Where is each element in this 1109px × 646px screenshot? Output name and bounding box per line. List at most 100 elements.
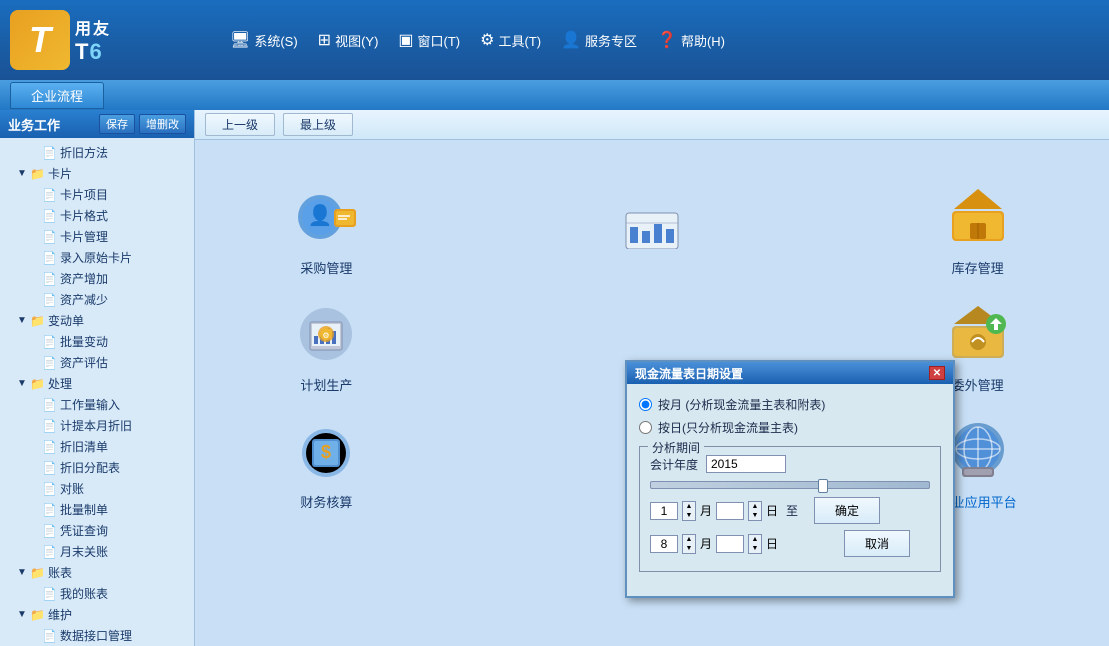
tree-item-label: 批量变动 bbox=[60, 333, 108, 350]
year-label: 会计年度 bbox=[650, 456, 700, 473]
file-icon: 📄 bbox=[42, 419, 57, 433]
cancel-button[interactable]: 取消 bbox=[844, 530, 910, 557]
sidebar-item-7[interactable]: 📄资产增加 bbox=[0, 268, 194, 289]
sidebar-item-18[interactable]: 📄批量制单 bbox=[0, 499, 194, 520]
sidebar-item-21[interactable]: ▼📁账表 bbox=[0, 562, 194, 583]
sidebar-item-11[interactable]: 📄资产评估 bbox=[0, 352, 194, 373]
from-month-spin-up[interactable]: ▲ bbox=[683, 502, 695, 511]
logo-company: 用友 bbox=[75, 15, 111, 39]
sidebar-item-2[interactable]: ▼📁卡片 bbox=[0, 163, 194, 184]
spacer bbox=[28, 525, 40, 537]
menu-tools[interactable]: ⚙ 工具(T) bbox=[480, 30, 541, 50]
sidebar-item-12[interactable]: ▼📁处理 bbox=[0, 373, 194, 394]
dialog-close-button[interactable]: ✕ bbox=[929, 366, 945, 380]
expand-icon[interactable]: ▼ bbox=[16, 378, 28, 390]
spacer bbox=[28, 546, 40, 558]
sidebar-item-1[interactable]: 📄折旧方法 bbox=[0, 142, 194, 163]
to-month-input[interactable] bbox=[650, 535, 678, 553]
sidebar-item-3[interactable]: 📄卡片项目 bbox=[0, 184, 194, 205]
content-nav: 上一级 最上级 bbox=[195, 110, 1109, 140]
purchase-label: 采购管理 bbox=[300, 258, 352, 277]
spacer bbox=[28, 357, 40, 369]
sidebar-item-19[interactable]: 📄凭证查询 bbox=[0, 520, 194, 541]
menu-window-label: 窗口(T) bbox=[418, 31, 461, 50]
radio-monthly[interactable]: 按月 (分析现金流量主表和附表) bbox=[639, 396, 941, 413]
sidebar-item-24[interactable]: 📄数据接口管理 bbox=[0, 625, 194, 646]
sidebar-item-14[interactable]: 📄计提本月折旧 bbox=[0, 415, 194, 436]
sidebar-item-20[interactable]: 📄月末关账 bbox=[0, 541, 194, 562]
file-icon: 📄 bbox=[42, 209, 57, 223]
spacer bbox=[28, 441, 40, 453]
icon-finance[interactable]: $ 财务核算 bbox=[291, 414, 361, 511]
to-month-spin-up[interactable]: ▲ bbox=[683, 535, 695, 544]
tree-item-label: 我的账表 bbox=[60, 585, 108, 602]
sidebar-item-15[interactable]: 📄折旧清单 bbox=[0, 436, 194, 457]
menu-service[interactable]: 👤 服务专区 bbox=[561, 30, 637, 50]
to-day-spin-up[interactable]: ▲ bbox=[749, 535, 761, 544]
menu-window[interactable]: ▣ 窗口(T) bbox=[398, 30, 460, 50]
sidebar-item-8[interactable]: 📄资产减少 bbox=[0, 289, 194, 310]
sidebar-item-22[interactable]: 📄我的账表 bbox=[0, 583, 194, 604]
to-day-spin-down[interactable]: ▼ bbox=[749, 544, 761, 553]
from-month-input[interactable] bbox=[650, 502, 678, 520]
from-month-spin-down[interactable]: ▼ bbox=[683, 511, 695, 520]
nav-tab-enterprise[interactable]: 企业流程 bbox=[10, 82, 104, 109]
tree-item-label: 工作量输入 bbox=[60, 396, 120, 413]
tree-item-label: 卡片格式 bbox=[60, 207, 108, 224]
sidebar-item-9[interactable]: ▼📁变动单 bbox=[0, 310, 194, 331]
from-day-spin-up[interactable]: ▲ bbox=[749, 502, 761, 511]
tree-item-label: 资产减少 bbox=[60, 291, 108, 308]
radio-monthly-input[interactable] bbox=[639, 398, 652, 411]
menu-help[interactable]: ❓ 帮助(H) bbox=[657, 30, 725, 50]
folder-icon: 📁 bbox=[30, 377, 45, 391]
spacer bbox=[28, 630, 40, 642]
icon-inventory[interactable]: 库存管理 bbox=[943, 180, 1013, 277]
svg-text:👤: 👤 bbox=[308, 203, 333, 227]
expand-icon[interactable]: ▼ bbox=[16, 567, 28, 579]
top-button[interactable]: 最上级 bbox=[283, 113, 353, 136]
icon-purchase[interactable]: 👤 采购管理 bbox=[291, 180, 361, 277]
file-icon: 📄 bbox=[42, 503, 57, 517]
from-month-spin[interactable]: ▲ ▼ bbox=[682, 501, 696, 521]
sidebar-item-6[interactable]: 📄录入原始卡片 bbox=[0, 247, 194, 268]
sidebar-item-23[interactable]: ▼📁维护 bbox=[0, 604, 194, 625]
sidebar-edit-button[interactable]: 增删改 bbox=[139, 114, 186, 134]
year-input[interactable] bbox=[706, 455, 786, 473]
spacer bbox=[28, 147, 40, 159]
sidebar-item-10[interactable]: 📄批量变动 bbox=[0, 331, 194, 352]
tree-item-label: 卡片管理 bbox=[60, 228, 108, 245]
sidebar-item-17[interactable]: 📄对账 bbox=[0, 478, 194, 499]
tree-item-label: 资产增加 bbox=[60, 270, 108, 287]
sidebar-item-4[interactable]: 📄卡片格式 bbox=[0, 205, 194, 226]
tree-item-label: 账表 bbox=[48, 564, 72, 581]
expand-icon[interactable]: ▼ bbox=[16, 315, 28, 327]
expand-icon[interactable]: ▼ bbox=[16, 609, 28, 621]
slider-thumb[interactable] bbox=[818, 479, 828, 493]
sidebar-item-13[interactable]: 📄工作量输入 bbox=[0, 394, 194, 415]
menu-view[interactable]: ⊞ 视图(Y) bbox=[318, 30, 379, 50]
menu-system[interactable]: 🖥 系统(S) bbox=[230, 30, 298, 50]
to-month-spin[interactable]: ▲ ▼ bbox=[682, 534, 696, 554]
back-button[interactable]: 上一级 bbox=[205, 113, 275, 136]
from-day-input[interactable] bbox=[716, 502, 744, 520]
spacer bbox=[28, 231, 40, 243]
to-day-spin[interactable]: ▲ ▼ bbox=[748, 534, 762, 554]
sidebar-save-button[interactable]: 保存 bbox=[99, 114, 135, 134]
dialog-title-bar: 现金流量表日期设置 ✕ bbox=[627, 362, 953, 384]
from-day-spin[interactable]: ▲ ▼ bbox=[748, 501, 762, 521]
radio-daily-input[interactable] bbox=[639, 421, 652, 434]
to-day-input[interactable] bbox=[716, 535, 744, 553]
tree-item-label: 批量制单 bbox=[60, 501, 108, 518]
expand-icon[interactable]: ▼ bbox=[16, 168, 28, 180]
slider-track[interactable] bbox=[650, 481, 930, 489]
confirm-button[interactable]: 确定 bbox=[814, 497, 880, 524]
sidebar-item-5[interactable]: 📄卡片管理 bbox=[0, 226, 194, 247]
tree-item-label: 处理 bbox=[48, 375, 72, 392]
planning-label: 计划生产 bbox=[300, 375, 352, 394]
file-icon: 📄 bbox=[42, 587, 57, 601]
radio-daily[interactable]: 按日(只分析现金流量主表) bbox=[639, 419, 941, 436]
to-month-spin-down[interactable]: ▼ bbox=[683, 544, 695, 553]
icon-planning[interactable]: ⚙ 计划生产 bbox=[291, 297, 361, 394]
from-day-spin-down[interactable]: ▼ bbox=[749, 511, 761, 520]
sidebar-item-16[interactable]: 📄折旧分配表 bbox=[0, 457, 194, 478]
